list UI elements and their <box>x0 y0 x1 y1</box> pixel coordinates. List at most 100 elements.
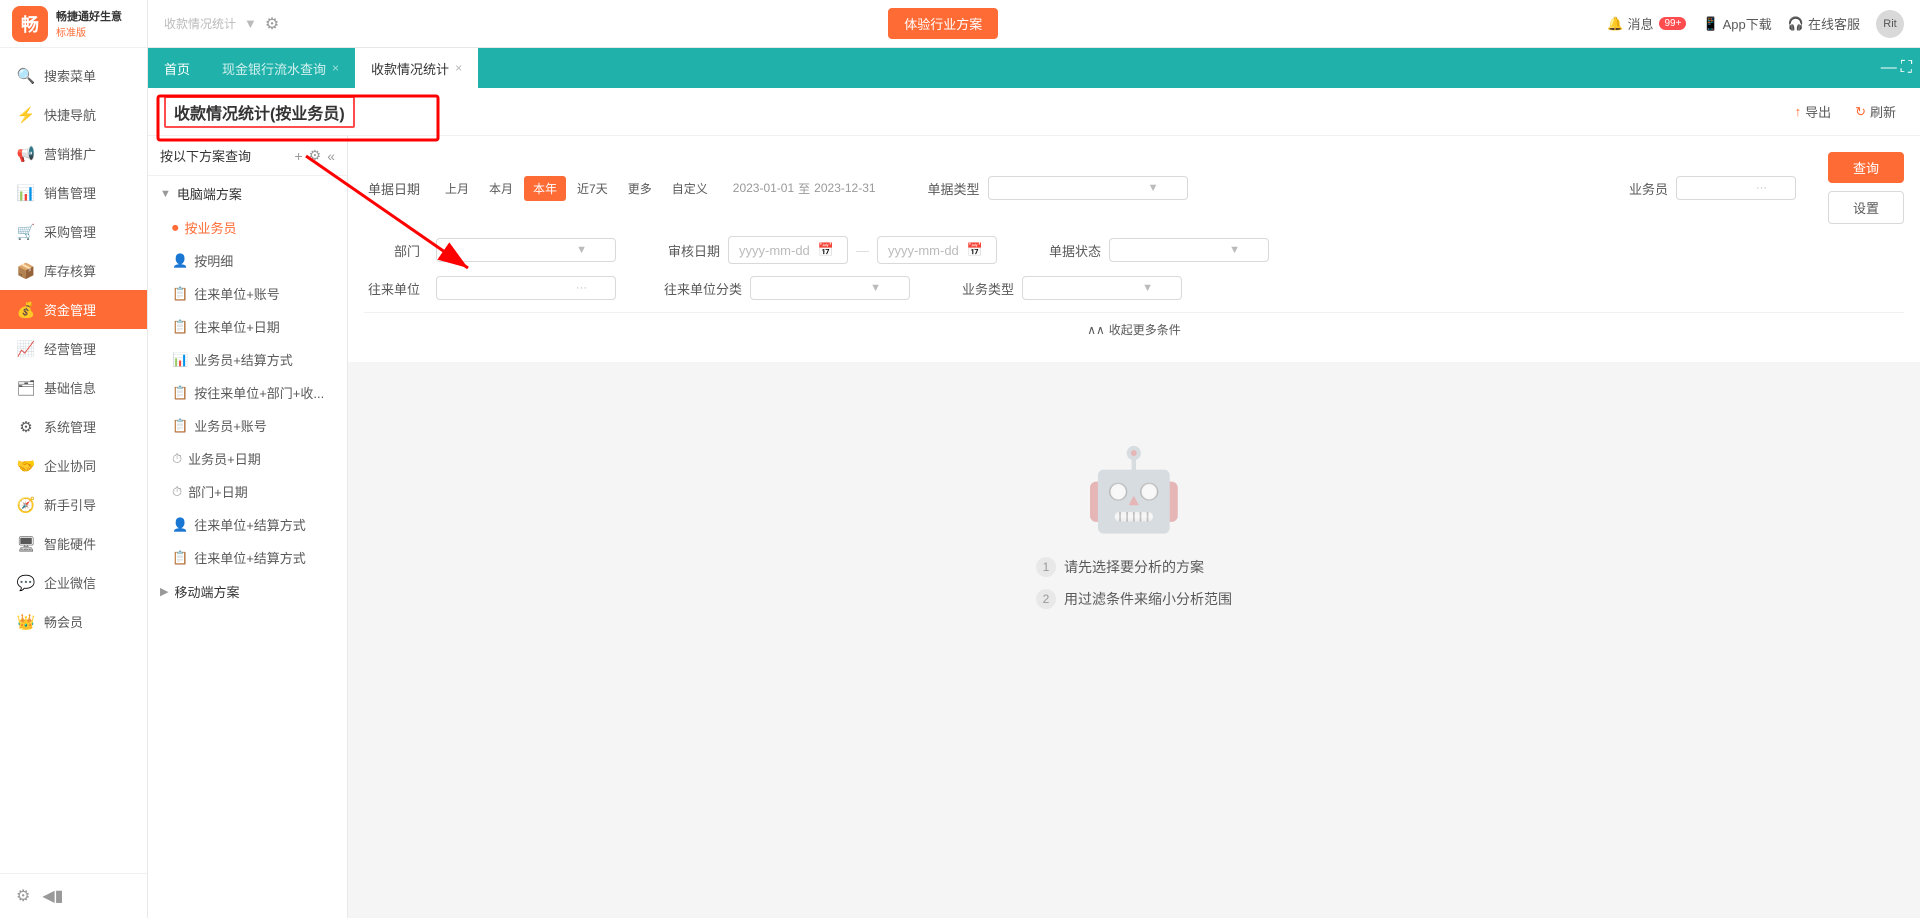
chevron-down-biz-icon: ▼ <box>1142 282 1153 294</box>
sidebar-item-finance[interactable]: 💰 资金管理 <box>0 290 147 329</box>
sidebar-item-basic[interactable]: 🗂 基础信息 <box>0 368 147 407</box>
mobile-group-arrow-icon: ▶ <box>160 585 168 598</box>
shortcut-custom[interactable]: 自定义 <box>663 176 717 201</box>
scheme-item-salesman-settlement[interactable]: 📊 业务员+结算方式 <box>148 343 347 376</box>
export-icon: ↑ <box>1795 104 1802 119</box>
page-actions: ↑ 导出 ↻ 刷新 <box>1787 98 1904 125</box>
sidebar-item-wechat[interactable]: 💬 企业微信 <box>0 563 147 602</box>
tab-receipt[interactable]: 收款情况统计 × <box>355 48 478 88</box>
refresh-button[interactable]: ↻ 刷新 <box>1847 98 1904 125</box>
settings-button[interactable]: 设置 <box>1828 191 1904 224</box>
sidebar-item-hardware[interactable]: 🖥 智能硬件 <box>0 524 147 563</box>
trial-button[interactable]: 体验行业方案 <box>888 8 998 39</box>
panel-collapse-icon[interactable]: « <box>327 148 335 164</box>
logo-text: 畅捷通好生意 标准版 <box>56 8 122 39</box>
breadcrumb-dropdown-icon[interactable]: ▼ <box>244 16 257 31</box>
sidebar-item-member[interactable]: 👑 畅会员 <box>0 602 147 641</box>
query-button[interactable]: 查询 <box>1828 152 1904 183</box>
sidebar-item-search[interactable]: 🔍 搜索菜单 <box>0 56 147 95</box>
topbar-settings-icon[interactable]: ⚙ <box>265 14 279 34</box>
tip-num-2: 2 <box>1036 589 1056 609</box>
salesman-label: 业务员 <box>1612 179 1668 198</box>
refresh-icon: ↻ <box>1855 104 1866 120</box>
scheme-item-by-salesman[interactable]: ⏺ 按业务员 <box>148 211 347 244</box>
tab-bank-close-icon[interactable]: × <box>332 61 339 75</box>
scheme-item-salesman-account[interactable]: 📋 业务员+账号 <box>148 409 347 442</box>
sidebar-item-guide[interactable]: 🧭 新手引导 <box>0 485 147 524</box>
audit-date-start-input[interactable]: yyyy-mm-dd 📅 <box>728 236 848 264</box>
export-button[interactable]: ↑ 导出 <box>1787 98 1840 125</box>
message-button[interactable]: 🔔 消息 99+ <box>1607 14 1686 33</box>
sidebar-item-inventory[interactable]: 📦 库存核算 <box>0 251 147 290</box>
scheme-item-by-detail[interactable]: 👤 按明细 <box>148 244 347 277</box>
scheme-item-dept-date[interactable]: ⏱ 部门+日期 <box>148 475 347 508</box>
shortcut-more[interactable]: 更多 <box>619 176 661 201</box>
collapse-sidebar-icon[interactable]: ◀▮ <box>42 886 63 906</box>
scheme-item-unit-dept[interactable]: 📋 按往来单位+部门+收... <box>148 376 347 409</box>
filter-row-3: 往来单位 ··· 往来单位分类 ▼ 业务类型 <box>364 276 1904 300</box>
sidebar-bottom: ⚙ ◀▮ <box>0 873 147 918</box>
unit-dept-icon: 📋 <box>172 385 188 401</box>
audit-date-label: 审核日期 <box>664 241 720 260</box>
content-layout: 按以下方案查询 + ⚙ « ▼ 电脑端方案 ⏺ 按业务员 👤 <box>148 136 1920 918</box>
type-select[interactable]: ▼ <box>988 176 1188 200</box>
scheme-item-unit-settlement1[interactable]: 👤 往来单位+结算方式 <box>148 508 347 541</box>
online-service-button[interactable]: 🎧 在线客服 <box>1788 14 1860 33</box>
audit-date-end-input[interactable]: yyyy-mm-dd 📅 <box>877 236 997 264</box>
dept-select[interactable]: ▼ <box>436 238 616 262</box>
sidebar-item-coop[interactable]: 🤝 企业协同 <box>0 446 147 485</box>
app-download-button[interactable]: 📱 App下载 <box>1702 14 1771 33</box>
topbar: 收款情况统计 ▼ ⚙ 体验行业方案 🔔 消息 99+ 📱 App下载 🎧 在线客… <box>148 0 1920 48</box>
hardware-icon: 🖥 <box>16 535 36 553</box>
date-shortcuts: 上月 本月 本年 近7天 更多 自定义 <box>436 176 717 201</box>
tab-bank[interactable]: 现金银行流水查询 × <box>206 48 355 88</box>
shortcut-this-month[interactable]: 本月 <box>480 176 522 201</box>
gear-bottom-icon[interactable]: ⚙ <box>16 886 30 906</box>
tab-home[interactable]: 首页 <box>148 48 206 88</box>
box-icon: 📦 <box>16 262 36 280</box>
scheme-item-unit-account[interactable]: 📋 往来单位+账号 <box>148 277 347 310</box>
biz-type-select[interactable]: ▼ <box>1022 276 1182 300</box>
sidebar-logo: 畅 畅捷通好生意 标准版 <box>0 0 147 48</box>
dept-date-icon: ⏱ <box>172 484 182 500</box>
empty-tip-2: 2 用过滤条件来缩小分析范围 <box>1036 589 1232 609</box>
sidebar-item-quicknav[interactable]: ⚡ 快捷导航 <box>0 95 147 134</box>
tab-receipt-close-icon[interactable]: × <box>455 61 462 75</box>
sidebar-item-purchase[interactable]: 🛒 采购管理 <box>0 212 147 251</box>
partner-select[interactable]: ··· <box>436 276 616 300</box>
crown-icon: 👑 <box>16 613 36 631</box>
tab-maximize-button[interactable]: ⛶ <box>1901 59 1912 77</box>
type-label: 单据类型 <box>924 179 980 198</box>
user-avatar[interactable]: Rit <box>1876 10 1904 38</box>
status-select[interactable]: ▼ <box>1109 238 1269 262</box>
collapse-filter-button[interactable]: ∧∧ 收起更多条件 <box>364 312 1904 346</box>
sidebar-item-operation[interactable]: 📈 经营管理 <box>0 329 147 368</box>
phone-icon: 📱 <box>1702 16 1718 32</box>
scheme-item-salesman-date[interactable]: ⏱ 业务员+日期 <box>148 442 347 475</box>
sidebar-item-marketing[interactable]: 📢 营销推广 <box>0 134 147 173</box>
unit-settlement1-icon: 👤 <box>172 517 188 533</box>
date-label: 单据日期 <box>364 179 420 198</box>
scheme-item-unit-settlement2[interactable]: 📋 往来单位+结算方式 <box>148 541 347 574</box>
unit-settlement2-icon: 📋 <box>172 550 188 566</box>
add-scheme-icon[interactable]: + <box>294 148 302 164</box>
sidebar-item-sales[interactable]: 📊 销售管理 <box>0 173 147 212</box>
sidebar-nav: 🔍 搜索菜单 ⚡ 快捷导航 📢 营销推广 📊 销售管理 🛒 采购管理 📦 库存核… <box>0 48 147 873</box>
salesman-select[interactable]: ··· <box>1676 176 1796 200</box>
partner-classify-label: 往来单位分类 <box>664 279 742 298</box>
empty-area: 🤖 1 请先选择要分析的方案 2 用过滤条件来缩小分析范围 <box>348 363 1920 689</box>
scheme-item-unit-date[interactable]: 📋 往来单位+日期 <box>148 310 347 343</box>
tab-minimize-button[interactable]: — <box>1881 59 1897 77</box>
settings-icon: ⚙ <box>16 418 36 436</box>
date-range: 2023-01-01 至 2023-12-31 <box>733 180 876 197</box>
partner-classify-select[interactable]: ▼ <box>750 276 910 300</box>
sidebar-item-system[interactable]: ⚙ 系统管理 <box>0 407 147 446</box>
chevron-down-type-icon: ▼ <box>1148 182 1159 194</box>
detail-scheme-icon: 👤 <box>172 253 188 269</box>
scheme-settings-icon[interactable]: ⚙ <box>309 147 322 164</box>
pc-group-header[interactable]: ▼ 电脑端方案 <box>148 176 347 211</box>
shortcut-last-month[interactable]: 上月 <box>436 176 478 201</box>
mobile-group-header[interactable]: ▶ 移动端方案 <box>148 574 347 609</box>
shortcut-this-year[interactable]: 本年 <box>524 176 566 201</box>
shortcut-7days[interactable]: 近7天 <box>568 176 617 201</box>
